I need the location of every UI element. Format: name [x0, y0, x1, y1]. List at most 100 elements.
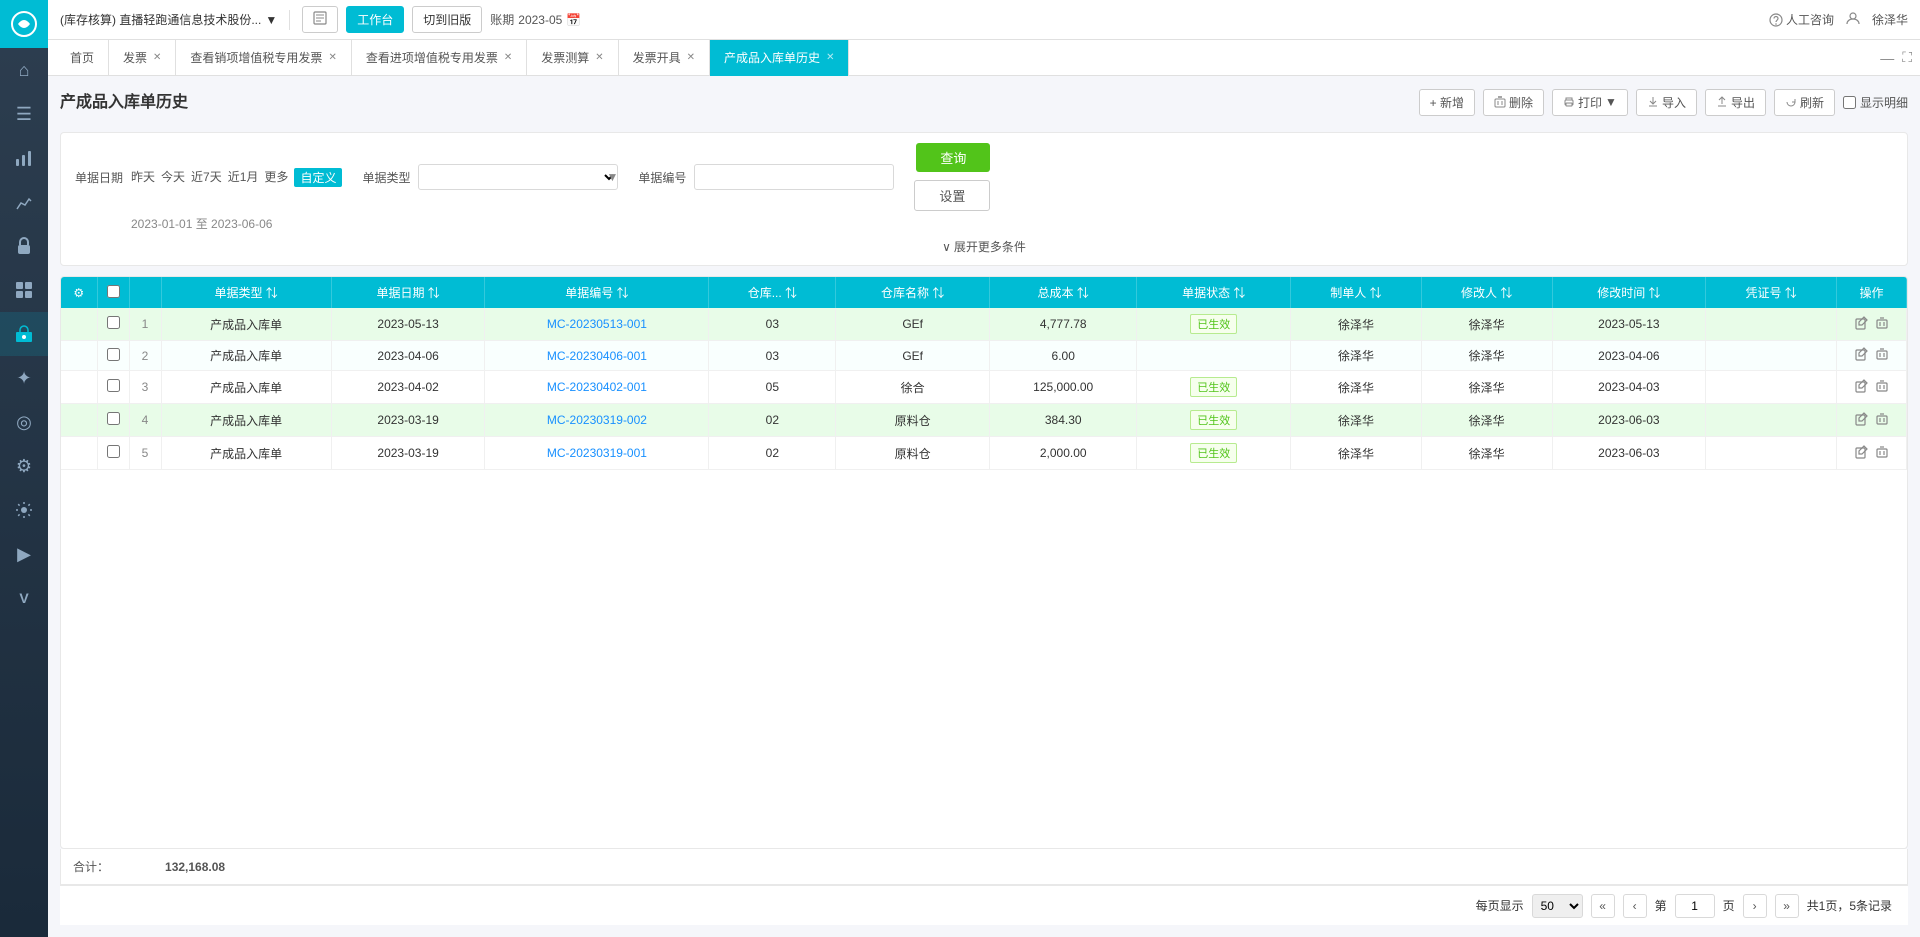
user-name[interactable]: 徐泽华	[1872, 11, 1908, 28]
cell-number[interactable]: MC-20230319-002	[485, 404, 709, 437]
tab-home[interactable]: 首页	[56, 40, 109, 76]
workbench-btn[interactable]: 工作台	[346, 6, 404, 33]
edit-icon[interactable]	[1855, 347, 1869, 364]
period-calendar-icon[interactable]: 📅	[566, 13, 581, 27]
cell-checkbox[interactable]	[97, 341, 129, 371]
support-btn[interactable]: 人工咨询	[1769, 11, 1834, 28]
tab-invoice-open-close[interactable]: ✕	[687, 52, 695, 63]
cell-checkbox[interactable]	[97, 404, 129, 437]
switch-btn[interactable]: 切到旧版	[412, 6, 482, 33]
cell-checkbox[interactable]	[97, 308, 129, 341]
sidebar-item-org[interactable]	[0, 268, 48, 312]
type-filter-select[interactable]	[418, 164, 618, 190]
prev-page-btn[interactable]: ‹	[1623, 894, 1647, 918]
col-status[interactable]: 单据状态 ⇅	[1137, 277, 1291, 308]
edit-icon[interactable]	[1855, 445, 1869, 462]
show-detail-toggle[interactable]: 显示明细	[1843, 94, 1908, 111]
col-number[interactable]: 单据编号 ⇅	[485, 277, 709, 308]
last-page-btn[interactable]: »	[1775, 894, 1799, 918]
number-link[interactable]: MC-20230319-001	[547, 446, 647, 460]
per-page-select[interactable]: 50 100	[1532, 894, 1583, 918]
number-link[interactable]: MC-20230319-002	[547, 413, 647, 427]
cell-checkbox[interactable]	[97, 437, 129, 470]
number-link[interactable]: MC-20230513-001	[547, 317, 647, 331]
tab-maximize-icon[interactable]: ⛶	[1902, 49, 1912, 66]
tab-invoice[interactable]: 发票 ✕	[109, 40, 176, 76]
sidebar-item-config[interactable]: ⚙	[0, 444, 48, 488]
col-warehouse-name[interactable]: 仓库名称 ⇅	[836, 277, 990, 308]
date-more[interactable]: 更多	[264, 168, 288, 187]
date-custom[interactable]: 自定义	[294, 168, 342, 187]
col-settings[interactable]: ⚙	[61, 277, 97, 308]
col-date[interactable]: 单据日期 ⇅	[331, 277, 485, 308]
sidebar-item-inventory[interactable]	[0, 312, 48, 356]
sidebar-item-doc[interactable]: ☰	[0, 92, 48, 136]
show-detail-checkbox[interactable]	[1843, 96, 1856, 109]
sidebar-item-cert[interactable]: ◎	[0, 400, 48, 444]
date-today[interactable]: 今天	[161, 168, 185, 187]
delete-row-icon[interactable]	[1875, 379, 1889, 396]
first-page-btn[interactable]: «	[1591, 894, 1615, 918]
cell-number[interactable]: MC-20230513-001	[485, 308, 709, 341]
set-btn[interactable]: 设置	[914, 180, 990, 211]
cell-number[interactable]: MC-20230319-001	[485, 437, 709, 470]
tab-minimize-icon[interactable]: —	[1880, 50, 1894, 66]
tab-sales-vat[interactable]: 查看销项增值税专用发票 ✕	[176, 40, 351, 76]
delete-row-icon[interactable]	[1875, 445, 1889, 462]
tab-product-in-close[interactable]: ✕	[826, 52, 834, 63]
page-number-input[interactable]	[1675, 894, 1715, 918]
delete-btn[interactable]: 删除	[1483, 89, 1544, 116]
import-btn[interactable]: 导入	[1636, 89, 1697, 116]
sidebar-item-home[interactable]: ⌂	[0, 48, 48, 92]
col-creator[interactable]: 制单人 ⇅	[1291, 277, 1422, 308]
delete-row-icon[interactable]	[1875, 412, 1889, 429]
next-page-btn[interactable]: ›	[1743, 894, 1767, 918]
tab-invoice-close[interactable]: ✕	[153, 52, 161, 63]
col-warehouse-code[interactable]: 仓库... ⇅	[709, 277, 836, 308]
expand-btn[interactable]: ∨ 展开更多条件	[942, 238, 1026, 255]
col-modify-time[interactable]: 修改时间 ⇅	[1552, 277, 1706, 308]
sidebar-item-v[interactable]: V	[0, 576, 48, 620]
sidebar-item-lock[interactable]	[0, 224, 48, 268]
number-link[interactable]: MC-20230402-001	[547, 380, 647, 394]
app-logo[interactable]	[0, 0, 48, 48]
sidebar-item-video[interactable]: ▶	[0, 532, 48, 576]
edit-icon[interactable]	[1855, 412, 1869, 429]
number-link[interactable]: MC-20230406-001	[547, 349, 647, 363]
cell-number[interactable]: MC-20230402-001	[485, 371, 709, 404]
select-all-checkbox[interactable]	[107, 285, 120, 298]
cell-number[interactable]: MC-20230406-001	[485, 341, 709, 371]
query-btn[interactable]: 查询	[916, 143, 990, 172]
edit-icon[interactable]	[1855, 316, 1869, 333]
col-total-cost[interactable]: 总成本 ⇅	[990, 277, 1137, 308]
cell-checkbox[interactable]	[97, 371, 129, 404]
refresh-btn[interactable]: 刷新	[1774, 89, 1835, 116]
delete-row-icon[interactable]	[1875, 347, 1889, 364]
date-7days[interactable]: 近7天	[191, 168, 222, 187]
col-type[interactable]: 单据类型 ⇅	[161, 277, 331, 308]
number-filter-input[interactable]	[694, 164, 894, 190]
tab-purchase-vat[interactable]: 查看进项增值税专用发票 ✕	[352, 40, 527, 76]
date-yesterday[interactable]: 昨天	[131, 168, 155, 187]
col-modifier[interactable]: 修改人 ⇅	[1421, 277, 1552, 308]
print-btn[interactable]: 打印 ▼	[1552, 89, 1628, 116]
date-1month[interactable]: 近1月	[228, 168, 259, 187]
edit-icon[interactable]	[1855, 379, 1869, 396]
sidebar-item-analytics[interactable]	[0, 180, 48, 224]
export-btn[interactable]: 导出	[1705, 89, 1766, 116]
tab-product-in[interactable]: 产成品入库单历史 ✕	[710, 40, 849, 76]
sidebar-item-chart[interactable]	[0, 136, 48, 180]
company-selector[interactable]: (库存核算) 直播轻跑通信息技术股份... ▼	[60, 11, 277, 28]
col-voucher[interactable]: 凭证号 ⇅	[1706, 277, 1837, 308]
delete-row-icon[interactable]	[1875, 316, 1889, 333]
col-select-all[interactable]	[97, 277, 129, 308]
tab-sales-vat-close[interactable]: ✕	[328, 52, 336, 63]
doc-template-btn[interactable]	[302, 6, 338, 33]
sidebar-item-stamp[interactable]: ✦	[0, 356, 48, 400]
tab-invoice-calc[interactable]: 发票测算 ✕	[527, 40, 618, 76]
sidebar-item-settings[interactable]	[0, 488, 48, 532]
tab-invoice-calc-close[interactable]: ✕	[595, 52, 603, 63]
tab-invoice-open[interactable]: 发票开具 ✕	[619, 40, 710, 76]
tab-purchase-vat-close[interactable]: ✕	[504, 52, 512, 63]
new-btn[interactable]: + 新增	[1419, 89, 1475, 116]
